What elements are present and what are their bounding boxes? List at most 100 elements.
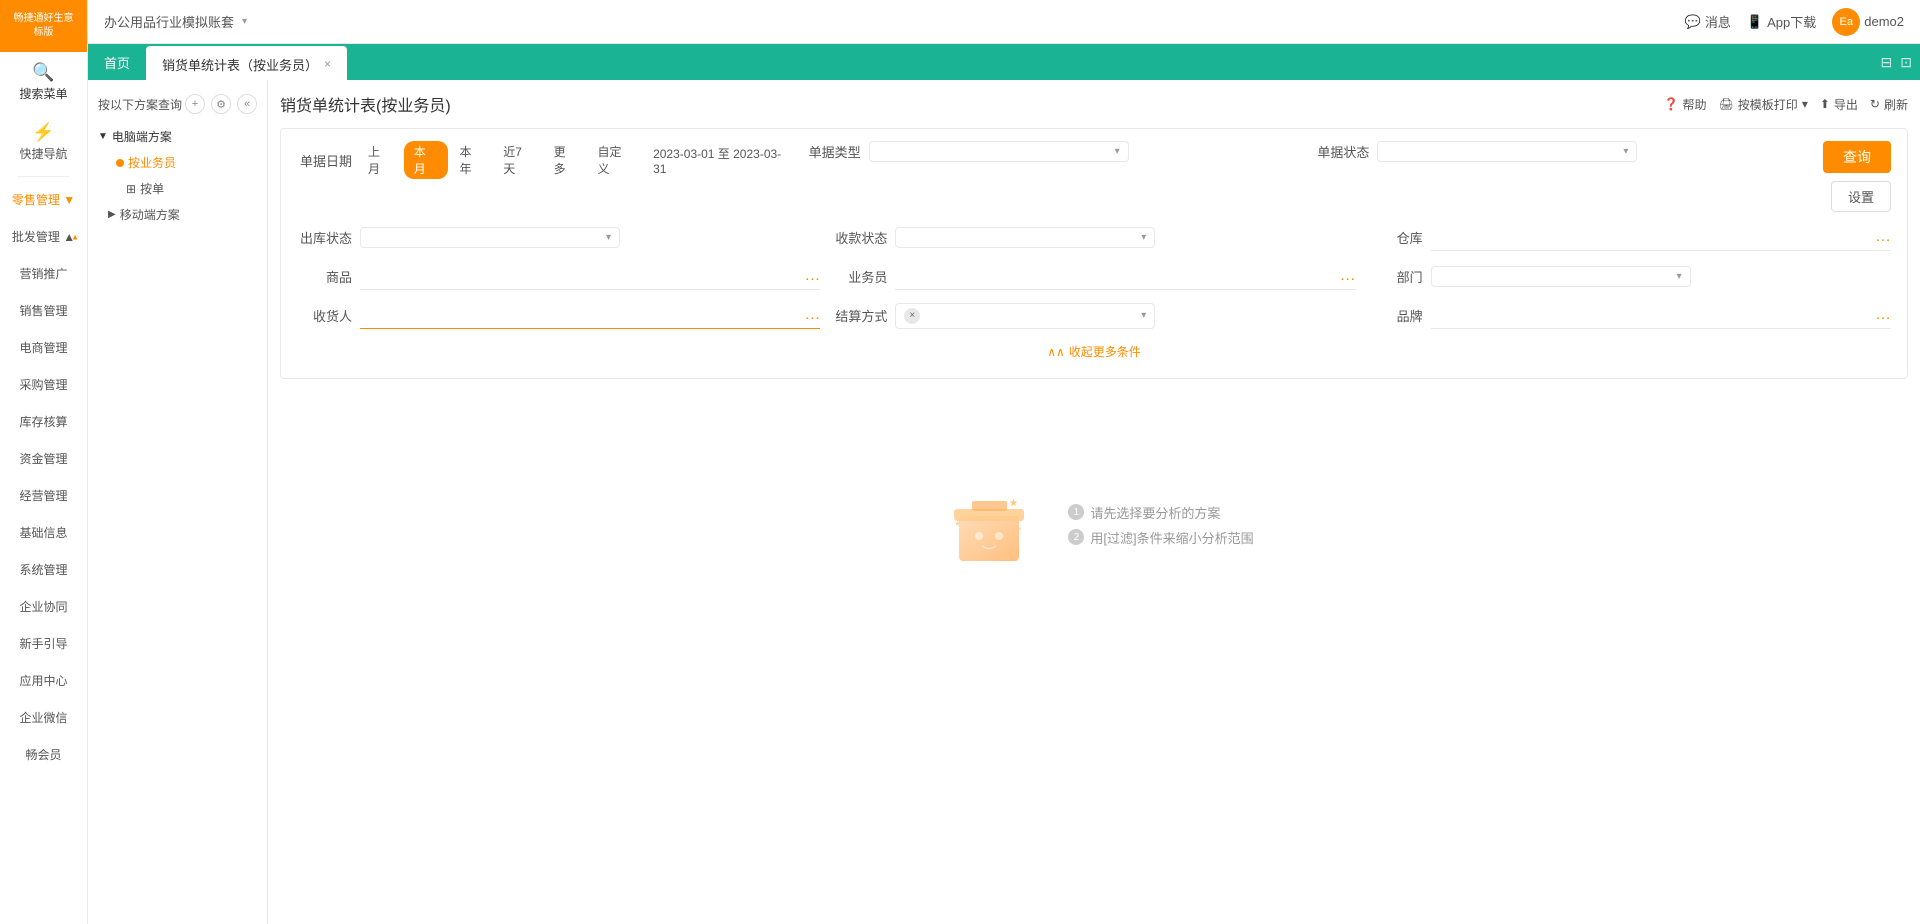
print-dropdown-icon: ▾ [1802,97,1808,111]
sidebar-item-retail[interactable]: 零售管理 ▼ [0,181,87,218]
out-status-arrow-icon: ▾ [606,232,611,243]
out-status-select[interactable]: ▾ [360,227,620,248]
collapse-scheme-btn[interactable]: « [237,94,257,114]
empty-hint-2: 2 用[过滤]条件来缩小分析范围 [1068,528,1253,547]
tab-home[interactable]: 首页 [88,44,146,80]
username-label: demo2 [1864,14,1904,29]
maximize-icon[interactable]: ⊡ [1900,54,1912,71]
sidebar-item-shortcut[interactable]: ⚡ 快捷导航 [0,112,87,172]
export-icon: ⬆ [1820,97,1830,111]
messages-btn[interactable]: 💬 消息 [1685,12,1731,31]
order-icon: ⊞ [126,182,136,196]
date-tab-last-month[interactable]: 上月 [360,141,400,179]
sidebar-item-sales[interactable]: 销售管理 [0,292,87,329]
dept-select[interactable]: ▾ [1431,266,1691,287]
help-label: 帮助 [1683,96,1707,113]
export-label: 导出 [1834,96,1858,113]
message-icon: 💬 [1685,14,1701,30]
collapse-filter-btn[interactable]: ∧∧ 收起更多条件 [297,337,1891,366]
sidebar-divider-1 [17,176,69,177]
add-scheme-btn[interactable]: + [185,94,205,114]
filter-area: 单据日期 上月 本月 本年 近7天 更多 自定义 2023-03-01 至 20… [280,128,1908,379]
settlement-select[interactable]: × ▾ [895,303,1155,329]
hint-number-2: 2 [1068,529,1084,545]
user-profile-btn[interactable]: Ea demo2 [1832,8,1904,36]
tab-bar: 首页 销货单统计表（按业务员） × ⊟ ⊡ [88,44,1920,80]
scheme-order-label: 按单 [140,180,164,197]
doc-status-arrow-icon: ▾ [1623,146,1628,157]
settings-button[interactable]: 设置 [1831,181,1891,212]
sidebar-item-enterprise[interactable]: 企业协同 [0,588,87,625]
date-tab-7days[interactable]: 近7天 [495,141,541,179]
payment-status-select[interactable]: ▾ [895,227,1155,248]
print-icon: 🖨 [1719,97,1734,111]
sidebar-item-newbie[interactable]: 新手引导 [0,625,87,662]
salesman-dots[interactable]: … [1340,267,1356,285]
doc-status-select[interactable]: ▾ [1377,141,1637,162]
goods-dots[interactable]: … [804,267,820,285]
avatar: Ea [1832,8,1860,36]
date-tab-this-year[interactable]: 本年 [452,141,492,179]
sidebar-item-finance[interactable]: 资金管理 [0,440,87,477]
settlement-clear-btn[interactable]: × [904,308,920,324]
sidebar-item-basic[interactable]: 基础信息 [0,514,87,551]
sidebar-item-member[interactable]: 畅会员 [0,736,87,773]
scheme-panel-header: 按以下方案查询 + ⚙ « [88,88,267,120]
sidebar-item-business[interactable]: 经营管理 [0,477,87,514]
search-icon: 🔍 [4,62,83,83]
mobile-scheme-label: 移动端方案 [120,206,180,223]
sidebar-item-wholesale[interactable]: 批发管理 ▲ [0,218,87,255]
sidebar-item-wechat[interactable]: 企业微信 [0,699,87,736]
date-tab-more[interactable]: 更多 [546,141,586,179]
scheme-item-order[interactable]: ⊞ 按单 [88,176,267,201]
scheme-salesman-label: 按业务员 [128,154,176,171]
query-button[interactable]: 查询 [1823,141,1891,173]
top-header: 办公用品行业模拟账套 ▾ 💬 消息 📱 App下载 Ea demo2 [88,0,1920,44]
company-name: 办公用品行业模拟账套 [104,12,234,31]
settlement-arrow-icon: ▾ [1141,310,1146,321]
sidebar: 畅捷通好生意 标版 🔍 按业务员 搜索菜单 ⚡ 快捷导航 零售管理 ▼ 批发管理… [0,0,88,924]
sidebar-item-inventory[interactable]: 库存核算 [0,403,87,440]
empty-hints: 1 请先选择要分析的方案 2 用[过滤]条件来缩小分析范围 [1068,503,1253,553]
date-tab-this-month[interactable]: 本月 [404,141,448,179]
date-tab-custom[interactable]: 自定义 [589,141,641,179]
refresh-btn[interactable]: ↻ 刷新 [1870,96,1908,113]
company-selector[interactable]: 办公用品行业模拟账套 ▾ [104,12,247,31]
date-tab-group: 上月 本月 本年 近7天 更多 自定义 [360,141,641,179]
desktop-arrow-icon: ▼ [98,131,108,142]
logo-text: 畅捷通好生意 标版 [14,12,74,40]
payment-status-label: 收款状态 [832,228,887,247]
sidebar-item-apps[interactable]: 应用中心 [0,662,87,699]
sidebar-item-purchase[interactable]: 采购管理 [0,366,87,403]
desktop-scheme-header[interactable]: ▼ 电脑端方案 [88,124,267,149]
collapse-label: 收起更多条件 [1069,343,1141,360]
app-download-btn[interactable]: 📱 App下载 [1747,12,1816,31]
sidebar-item-system[interactable]: 系统管理 [0,551,87,588]
payment-status-arrow-icon: ▾ [1141,232,1146,243]
svg-text:★: ★ [954,519,961,528]
goods-label: 商品 [297,267,352,286]
sidebar-item-ecommerce[interactable]: 电商管理 [0,329,87,366]
hint-text-1: 请先选择要分析的方案 [1090,503,1220,522]
right-content: 销货单统计表(按业务员) ❓ 帮助 🖨 按模板打印 ▾ ⬆ 导出 [268,80,1920,924]
content-area: 按以下方案查询 + ⚙ « ▼ 电脑端方案 按业务员 ⊞ [88,80,1920,924]
sidebar-item-search[interactable]: 🔍 按业务员 搜索菜单 [0,52,87,112]
tab-sales-stat[interactable]: 销货单统计表（按业务员） × [146,46,347,82]
scheme-item-salesman[interactable]: 按业务员 [88,149,267,176]
receiver-dots[interactable]: … [804,306,820,324]
brand-dots[interactable]: … [1875,306,1891,324]
sidebar-item-marketing[interactable]: 营销推广 [0,255,87,292]
help-btn[interactable]: ❓ 帮助 [1664,96,1707,113]
empty-icon: ★ ★ ★ [934,471,1044,581]
export-btn[interactable]: ⬆ 导出 [1820,96,1858,113]
settings-scheme-btn[interactable]: ⚙ [211,94,231,114]
mobile-scheme-header[interactable]: ▶ 移动端方案 [88,201,267,228]
doc-type-select[interactable]: ▾ [869,141,1129,162]
help-icon: ❓ [1664,97,1679,111]
template-print-btn[interactable]: 🖨 按模板打印 ▾ [1719,96,1808,113]
minimize-icon[interactable]: ⊟ [1881,54,1893,71]
empty-illustration: ★ ★ ★ [934,471,1044,584]
tab-close-icon[interactable]: × [324,57,331,71]
shortcut-icon: ⚡ [4,122,83,143]
warehouse-dots[interactable]: … [1875,228,1891,246]
